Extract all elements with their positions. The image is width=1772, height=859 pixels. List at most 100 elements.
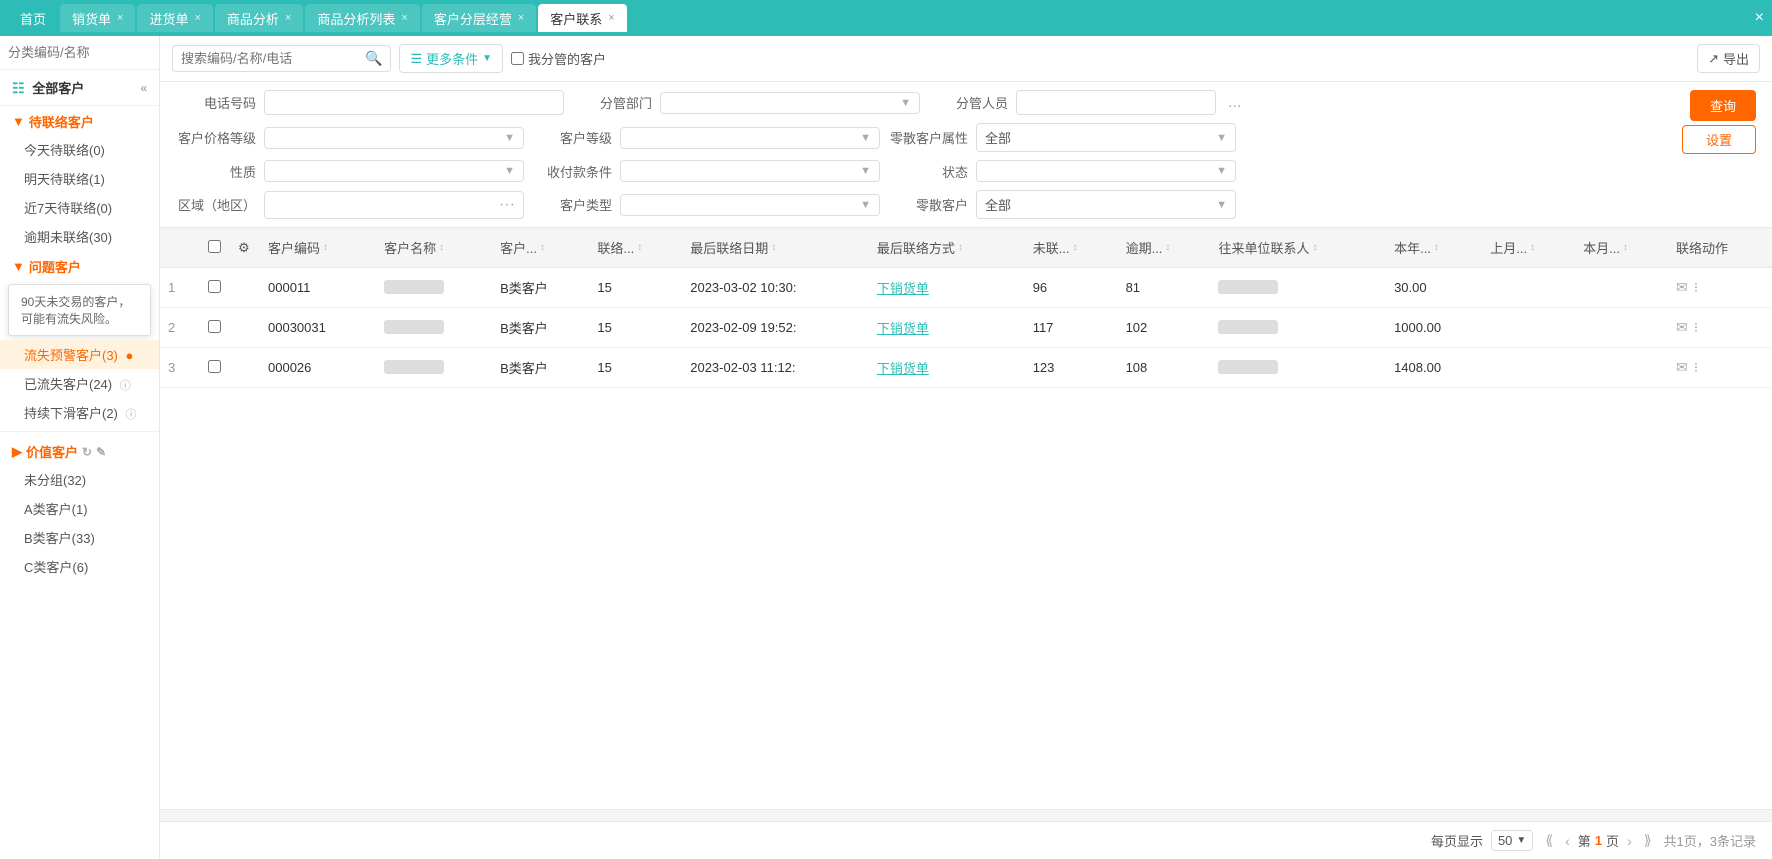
export-button[interactable]: ↗ 导出	[1697, 44, 1760, 73]
contact-method-link[interactable]: 下销货单	[877, 361, 929, 376]
th-cust-name[interactable]: 客户名称 ↕	[376, 228, 492, 268]
sidebar-item-tomorrow[interactable]: 明天待联络(1)	[0, 164, 159, 193]
more-actions-icon[interactable]: ⁝	[1694, 359, 1698, 376]
category-search-input[interactable]	[8, 45, 160, 60]
cell-last-month	[1482, 348, 1575, 388]
group-pending-contact[interactable]: ▼ 待联络客户	[0, 106, 159, 135]
sidebar-item-declining[interactable]: 持续下滑客户(2) ⓘ	[0, 398, 159, 427]
sidebar-item-class-c[interactable]: C类客户(6)	[0, 552, 159, 581]
th-this-month[interactable]: 本月... ↕	[1575, 228, 1668, 268]
query-button[interactable]: 查询	[1690, 90, 1756, 121]
more-actions-icon[interactable]: ⁝	[1694, 319, 1698, 336]
all-customers-item[interactable]: ☷ 全部客户 «	[0, 70, 159, 106]
status-select[interactable]: ▼	[976, 160, 1236, 182]
col-label: 客户...	[500, 238, 537, 257]
group-label: 价值客户	[26, 442, 78, 461]
search-icon[interactable]: 🔍	[365, 50, 382, 67]
more-button[interactable]: ...	[1224, 94, 1245, 112]
cell-checkbox[interactable]	[200, 268, 230, 308]
close-icon[interactable]: ×	[285, 12, 291, 24]
cell-last-contact-method[interactable]: 下销货单	[869, 348, 1025, 388]
col-label: 最后联络方式	[877, 238, 955, 257]
tab-sales-order[interactable]: 销货单 ×	[60, 4, 135, 32]
zero-customer-select[interactable]: 全部 ▼	[976, 190, 1236, 219]
cust-type-select[interactable]: ▼	[620, 194, 880, 216]
more-actions-icon[interactable]: ⁝	[1694, 279, 1698, 296]
th-cust-type[interactable]: 客户... ↕	[492, 228, 589, 268]
th-unit-contact[interactable]: 往来单位联系人 ↕	[1210, 228, 1386, 268]
nature-select[interactable]: ▼	[264, 160, 524, 182]
arrow-icon: ▶	[12, 444, 22, 460]
group-value-customers[interactable]: ▶ 价值客户 ↻ ✎	[0, 436, 159, 465]
sidebar-item-churned[interactable]: 已流失客户(24) ⓘ	[0, 369, 159, 398]
th-this-year[interactable]: 本年... ↕	[1386, 228, 1482, 268]
edit-icon[interactable]: ✎	[96, 445, 106, 459]
window-close-button[interactable]: ×	[1755, 9, 1764, 27]
sidebar-item-class-a[interactable]: A类客户(1)	[0, 494, 159, 523]
sidebar-item-churn-warning[interactable]: 流失预警客户(3) ●	[0, 340, 159, 369]
search-input[interactable]	[181, 51, 361, 66]
cust-level-select[interactable]: ▼	[620, 127, 880, 149]
chevron-down-icon: ▼	[504, 132, 515, 144]
select-all-checkbox[interactable]	[208, 240, 221, 253]
th-cust-code[interactable]: 客户编码 ↕	[260, 228, 376, 268]
cell-checkbox[interactable]	[200, 308, 230, 348]
contact-icon[interactable]: ✉	[1676, 359, 1688, 376]
sidebar-item-class-b[interactable]: B类客户(33)	[0, 523, 159, 552]
dept-select[interactable]: ▼	[660, 92, 920, 114]
group-problem-customers[interactable]: ▼ 问题客户	[0, 251, 159, 280]
close-icon[interactable]: ×	[518, 12, 524, 24]
prev-page-button[interactable]: ‹	[1561, 831, 1574, 851]
close-icon[interactable]: ×	[401, 12, 407, 24]
region-select[interactable]: ···	[264, 191, 524, 219]
th-last-month[interactable]: 上月... ↕	[1482, 228, 1575, 268]
contact-icon[interactable]: ✉	[1676, 319, 1688, 336]
th-overdue[interactable]: 逾期... ↕	[1118, 228, 1211, 268]
sidebar-item-overdue[interactable]: 逾期未联络(30)	[0, 222, 159, 251]
page-size-select[interactable]: 50 ▼	[1491, 830, 1533, 851]
last-page-button[interactable]: ⟫	[1640, 830, 1656, 851]
tab-customer-contact[interactable]: 客户联系 ×	[538, 4, 626, 32]
contact-method-link[interactable]: 下销货单	[877, 281, 929, 296]
close-icon[interactable]: ×	[117, 12, 123, 24]
contact-method-link[interactable]: 下销货单	[877, 321, 929, 336]
my-customers-checkbox-wrap[interactable]: 我分管的客户	[511, 49, 606, 68]
next-page-button[interactable]: ›	[1623, 831, 1636, 851]
contact-icon[interactable]: ✉	[1676, 279, 1688, 296]
price-level-select[interactable]: ▼	[264, 127, 524, 149]
cell-last-contact-method[interactable]: 下销货单	[869, 268, 1025, 308]
th-contact[interactable]: 联络... ↕	[589, 228, 682, 268]
tab-purchase-order[interactable]: 进货单 ×	[137, 4, 212, 32]
settings-icon[interactable]: ⚙	[238, 240, 250, 255]
horizontal-scrollbar[interactable]	[160, 809, 1772, 821]
sidebar-item-ungrouped[interactable]: 未分组(32)	[0, 465, 159, 494]
settings-button[interactable]: 设置	[1682, 125, 1756, 154]
more-filters-button[interactable]: ☰ 更多条件 ▼	[399, 44, 503, 73]
tab-product-analysis[interactable]: 商品分析 ×	[215, 4, 303, 32]
zero-attr-select[interactable]: 全部 ▼	[976, 123, 1236, 152]
my-customers-checkbox[interactable]	[511, 52, 524, 65]
cell-checkbox[interactable]	[200, 348, 230, 388]
close-icon[interactable]: ×	[194, 12, 200, 24]
close-icon[interactable]: ×	[608, 12, 614, 24]
first-page-button[interactable]: ⟪	[1541, 830, 1557, 851]
row-checkbox[interactable]	[208, 280, 221, 293]
phone-input[interactable]	[264, 90, 564, 115]
th-last-contact-method[interactable]: 最后联络方式 ↕	[869, 228, 1025, 268]
row-checkbox[interactable]	[208, 360, 221, 373]
collapse-icon[interactable]: «	[140, 81, 147, 95]
th-last-contact-date[interactable]: 最后联络日期 ↕	[682, 228, 869, 268]
refresh-icon[interactable]: ↻	[82, 445, 92, 459]
th-not-contacted[interactable]: 未联... ↕	[1025, 228, 1118, 268]
person-input[interactable]	[1016, 90, 1216, 115]
cell-last-contact-method[interactable]: 下销货单	[869, 308, 1025, 348]
payment-select[interactable]: ▼	[620, 160, 880, 182]
tab-product-analysis-list[interactable]: 商品分析列表 ×	[305, 4, 419, 32]
sidebar-item-today[interactable]: 今天待联络(0)	[0, 135, 159, 164]
home-tab[interactable]: 首页	[8, 9, 58, 28]
sidebar-item-7days[interactable]: 近7天待联络(0)	[0, 193, 159, 222]
tab-customer-layering[interactable]: 客户分层经营 ×	[422, 4, 536, 32]
col-label: 上月...	[1490, 238, 1527, 257]
row-checkbox[interactable]	[208, 320, 221, 333]
table-row: 2 00030031 B类客户 15 2023-02-09 19:52: 下销货…	[160, 308, 1772, 348]
